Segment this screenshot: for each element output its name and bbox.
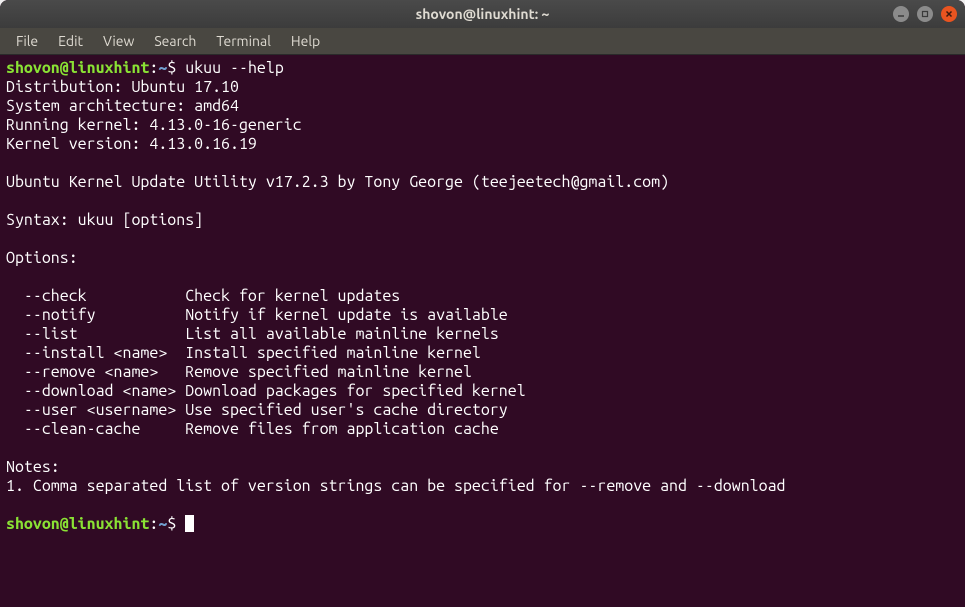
menu-view[interactable]: View xyxy=(95,31,142,51)
terminal-window: shovon@linuxhint: ~ File Edit View Searc… xyxy=(0,0,965,607)
cursor xyxy=(185,515,194,532)
window-controls xyxy=(893,6,957,22)
maximize-button[interactable] xyxy=(917,6,933,22)
output-line: System architecture: amd64 xyxy=(6,97,239,115)
menu-file[interactable]: File xyxy=(8,31,46,51)
output-line: Running kernel: 4.13.0-16-generic xyxy=(6,116,302,134)
window-title: shovon@linuxhint: ~ xyxy=(416,6,550,22)
output-line: --install <name> Install specified mainl… xyxy=(6,344,481,362)
output-line: --notify Notify if kernel update is avai… xyxy=(6,306,508,324)
prompt-user-host: shovon@linuxhint xyxy=(6,515,149,533)
output-line: Distribution: Ubuntu 17.10 xyxy=(6,78,239,96)
minimize-icon xyxy=(897,10,905,18)
maximize-icon xyxy=(921,10,929,18)
output-line: --user <username> Use specified user's c… xyxy=(6,401,508,419)
prompt-path: ~ xyxy=(158,59,167,77)
prompt-colon: : xyxy=(149,515,158,533)
menu-terminal[interactable]: Terminal xyxy=(208,31,279,51)
menubar: File Edit View Search Terminal Help xyxy=(0,28,965,55)
output-line: Options: xyxy=(6,249,78,267)
menu-search[interactable]: Search xyxy=(146,31,204,51)
output-line: --list List all available mainline kerne… xyxy=(6,325,499,343)
menu-help[interactable]: Help xyxy=(283,31,328,51)
prompt-user-host: shovon@linuxhint xyxy=(6,59,149,77)
prompt-symbol: $ xyxy=(167,59,176,77)
close-icon xyxy=(945,10,953,18)
terminal-area[interactable]: shovon@linuxhint:~$ ukuu --help Distribu… xyxy=(0,55,965,607)
output-line: Kernel version: 4.13.0.16.19 xyxy=(6,135,257,153)
output-line: 1. Comma separated list of version strin… xyxy=(6,477,786,495)
prompt-symbol: $ xyxy=(167,515,176,533)
titlebar: shovon@linuxhint: ~ xyxy=(0,0,965,28)
command-text: ukuu --help xyxy=(185,59,284,77)
output-line: Notes: xyxy=(6,458,60,476)
output-line: --check Check for kernel updates xyxy=(6,287,400,305)
output-line: --download <name> Download packages for … xyxy=(6,382,526,400)
output-line: Ubuntu Kernel Update Utility v17.2.3 by … xyxy=(6,173,669,191)
prompt-path: ~ xyxy=(158,515,167,533)
output-line: --clean-cache Remove files from applicat… xyxy=(6,420,499,438)
close-button[interactable] xyxy=(941,6,957,22)
prompt-colon: : xyxy=(149,59,158,77)
minimize-button[interactable] xyxy=(893,6,909,22)
menu-edit[interactable]: Edit xyxy=(50,31,91,51)
output-line: Syntax: ukuu [options] xyxy=(6,211,203,229)
output-line: --remove <name> Remove specified mainlin… xyxy=(6,363,472,381)
